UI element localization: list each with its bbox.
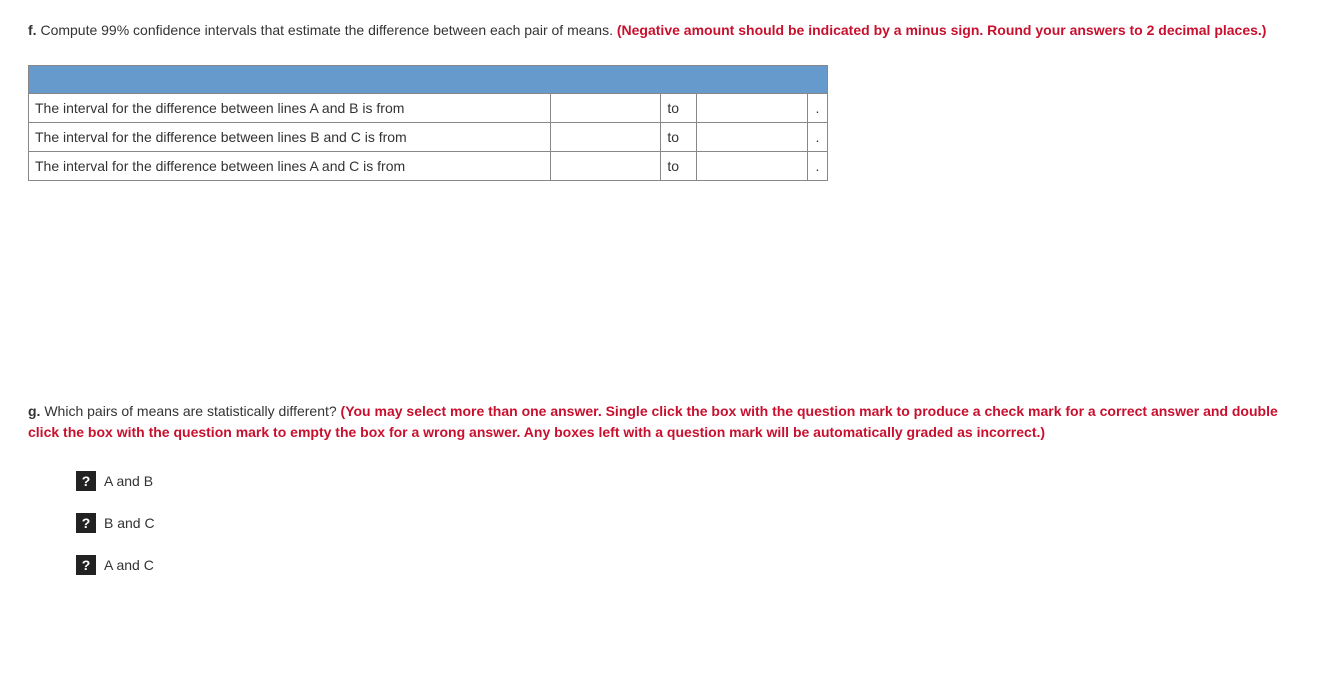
checkbox-ac[interactable]: ? [76,555,96,575]
question-g-body: Which pairs of means are statistically d… [44,403,340,419]
to-label: to [661,123,697,152]
question-g-block: g. Which pairs of means are statisticall… [28,401,1290,575]
row-dot: . [807,94,827,123]
row-label: The interval for the difference between … [29,152,551,181]
to-label: to [661,152,697,181]
checkbox-ab[interactable]: ? [76,471,96,491]
checkbox-row-bc: ? B and C [76,513,1290,533]
question-g-text: g. Which pairs of means are statisticall… [28,401,1290,443]
row-dot: . [807,123,827,152]
question-f-block: f. Compute 99% confidence intervals that… [28,20,1290,181]
interval-bc-to-input[interactable] [703,126,800,148]
table-row: The interval for the difference between … [29,123,828,152]
row-dot: . [807,152,827,181]
question-f-label: f. [28,22,37,38]
table-header-blank [29,66,828,94]
question-f-text: f. Compute 99% confidence intervals that… [28,20,1290,41]
confidence-interval-table: The interval for the difference between … [28,65,828,181]
to-label: to [661,94,697,123]
checkbox-label: A and C [104,557,154,573]
interval-ab-from-input[interactable] [557,97,654,119]
interval-ab-to-input[interactable] [703,97,800,119]
question-f-body: Compute 99% confidence intervals that es… [40,22,616,38]
question-f-instruction: (Negative amount should be indicated by … [617,22,1267,38]
interval-bc-from-input[interactable] [557,126,654,148]
question-g-label: g. [28,403,40,419]
table-row: The interval for the difference between … [29,94,828,123]
interval-ac-from-input[interactable] [557,155,654,177]
checkbox-label: B and C [104,515,155,531]
checkbox-bc[interactable]: ? [76,513,96,533]
interval-ac-to-input[interactable] [703,155,800,177]
checkbox-row-ab: ? A and B [76,471,1290,491]
row-label: The interval for the difference between … [29,94,551,123]
spacer [28,221,1290,401]
checkbox-list: ? A and B ? B and C ? A and C [76,471,1290,575]
checkbox-label: A and B [104,473,153,489]
table-row: The interval for the difference between … [29,152,828,181]
row-label: The interval for the difference between … [29,123,551,152]
checkbox-row-ac: ? A and C [76,555,1290,575]
